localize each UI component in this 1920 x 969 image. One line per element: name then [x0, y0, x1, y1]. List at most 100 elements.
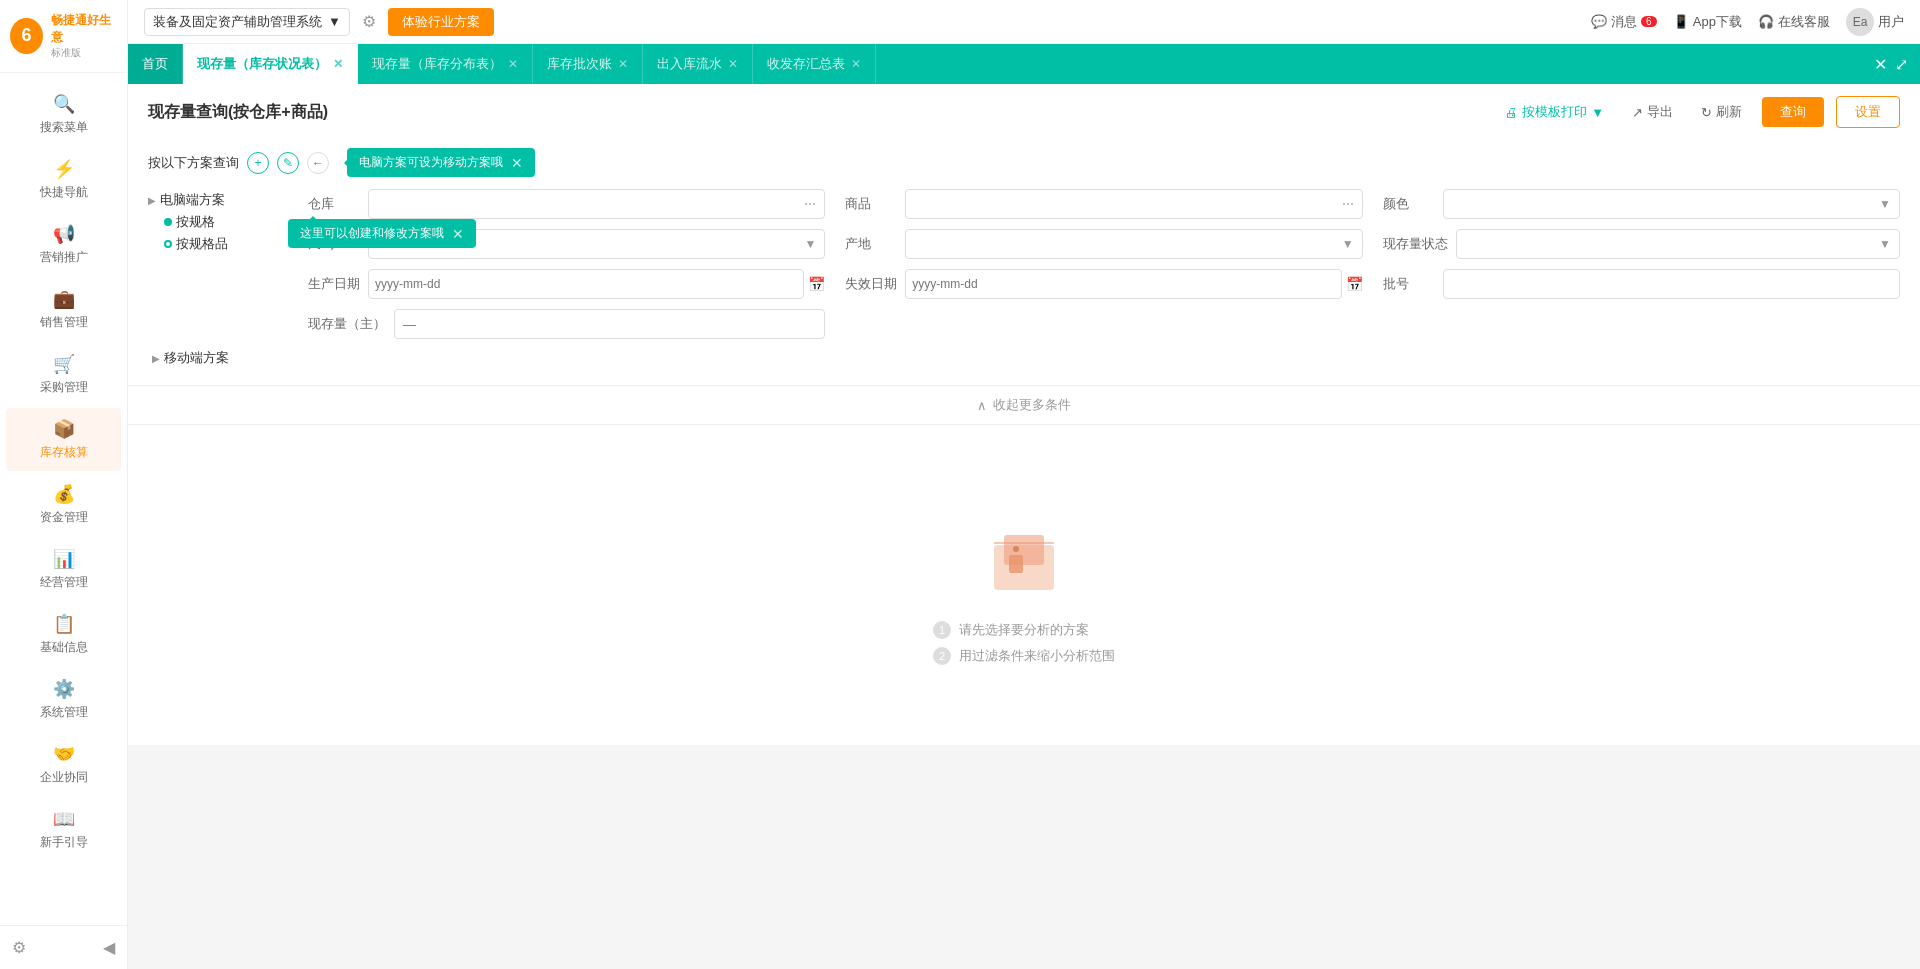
sidebar-item-enterprise[interactable]: 🤝 企业协同	[6, 733, 121, 796]
desktop-scheme-items: 按规格 按规格品	[148, 211, 288, 255]
tooltip1-close[interactable]: ✕	[511, 155, 523, 171]
stock-state-select[interactable]: ▼	[1456, 229, 1900, 259]
sidebar-item-sales[interactable]: 💼 销售管理	[6, 278, 121, 341]
color-select[interactable]: ▼	[1443, 189, 1900, 219]
sidebar-item-basic[interactable]: 📋 基础信息	[6, 603, 121, 666]
tooltip2-close[interactable]: ✕	[452, 226, 464, 242]
tab-batch-ledger[interactable]: 库存批次账 ✕	[533, 44, 643, 84]
avatar: Ea	[1846, 8, 1874, 36]
goods-select[interactable]: ⋯	[905, 189, 1362, 219]
sidebar-item-operations[interactable]: 📊 经营管理	[6, 538, 121, 601]
expiry-date-start[interactable]	[905, 269, 1341, 299]
tab-inventory-status[interactable]: 现存量（库存状况表） ✕	[183, 44, 358, 84]
expiry-date-calendar-icon[interactable]: 📅	[1346, 276, 1363, 292]
edit-scheme-button[interactable]: ✎	[277, 152, 299, 174]
settings-gear-icon[interactable]: ⚙	[362, 12, 376, 31]
tab-inout-flow[interactable]: 出入库流水 ✕	[643, 44, 753, 84]
tab-inventory-dist[interactable]: 现存量（库存分布表） ✕	[358, 44, 533, 84]
stock-qty-input[interactable]	[394, 309, 825, 339]
sidebar: 6 畅捷通好生意 标准版 🔍 搜索菜单 ⚡ 快捷导航 📢 营销推广 💼 销售管理…	[0, 0, 128, 969]
batch-no-input[interactable]	[1443, 269, 1900, 299]
tab-close-inout-flow[interactable]: ✕	[728, 57, 738, 71]
tab-close-batch-ledger[interactable]: ✕	[618, 57, 628, 71]
logo-icon: 6	[10, 18, 43, 54]
sidebar-item-search[interactable]: 🔍 搜索菜单	[6, 83, 121, 146]
empty-state: 1 请先选择要分析的方案 2 用过滤条件来缩小分析范围	[128, 425, 1920, 745]
sidebar-item-marketing[interactable]: 📢 营销推广	[6, 213, 121, 276]
filter-row-batch-no: 批号	[1383, 269, 1900, 299]
page-title-bar: 现存量查询(按仓库+商品) 🖨 按模板打印 ▼ ↗ 导出 ↻ 刷新	[128, 84, 1920, 136]
scheme-item-by-spec[interactable]: 按规格	[164, 211, 288, 233]
dropdown-icon: ▼	[328, 14, 341, 29]
page-content: 现存量查询(按仓库+商品) 🖨 按模板打印 ▼ ↗ 导出 ↻ 刷新	[128, 84, 1920, 969]
user-item[interactable]: Ea 用户	[1846, 8, 1904, 36]
production-date-calendar-icon[interactable]: 📅	[808, 276, 825, 292]
sales-icon: 💼	[53, 288, 75, 310]
production-date-start[interactable]	[368, 269, 804, 299]
refresh-button[interactable]: ↻ 刷新	[1693, 99, 1750, 125]
inventory-icon: 📦	[53, 418, 75, 440]
desktop-scheme-header[interactable]: ▶ 电脑端方案	[148, 189, 288, 211]
empty-svg	[974, 505, 1074, 605]
set-button[interactable]: 设置	[1836, 96, 1900, 128]
sidebar-item-purchase[interactable]: 🛒 采购管理	[6, 343, 121, 406]
empty-step-2: 2 用过滤条件来缩小分析范围	[933, 647, 1115, 665]
close-all-tabs-icon[interactable]: ✕	[1874, 55, 1887, 74]
operations-icon: 📊	[53, 548, 75, 570]
tab-close-collect-summary[interactable]: ✕	[851, 57, 861, 71]
purchase-icon: 🛒	[53, 353, 75, 375]
sidebar-item-shortcut[interactable]: ⚡ 快捷导航	[6, 148, 121, 211]
filter-row-expiry-date: 失效日期 📅	[845, 269, 1362, 299]
filter-grid-area: 仓库 ⋯ 商品 ⋯	[308, 189, 1900, 339]
tab-close-inventory-status[interactable]: ✕	[333, 57, 343, 71]
scheme-area: ▶ 电脑端方案 按规格 按规格品	[148, 189, 1900, 339]
mobile-scheme-header[interactable]: ▶ 移动端方案	[152, 347, 1900, 369]
top-header: 装备及固定资产辅助管理系统 ▼ ⚙ 体验行业方案 💬 消息 6 📱 App下载 …	[128, 0, 1920, 44]
tab-collect-summary[interactable]: 收发存汇总表 ✕	[753, 44, 876, 84]
collapse-sidebar-icon[interactable]: ◀	[103, 938, 115, 957]
online-support-item[interactable]: 🎧 在线客服	[1758, 13, 1830, 31]
add-scheme-button[interactable]: +	[247, 152, 269, 174]
filter-row-goods: 商品 ⋯	[845, 189, 1362, 219]
tab-home[interactable]: 首页	[128, 44, 183, 84]
scheme-item-by-specgoods[interactable]: 按规格品	[164, 233, 288, 255]
marketing-icon: 📢	[53, 223, 75, 245]
filter-grid: 仓库 ⋯ 商品 ⋯	[308, 189, 1900, 339]
collapse-bar[interactable]: ∧ 收起更多条件	[128, 386, 1920, 425]
filter-row-production-date: 生产日期 📅	[308, 269, 825, 299]
settings-icon[interactable]: ⚙	[12, 938, 26, 957]
step-num-2: 2	[933, 647, 951, 665]
maximize-icon[interactable]: ⤢	[1895, 55, 1908, 74]
collapse-arrow-icon: ∧	[977, 398, 987, 413]
system-selector[interactable]: 装备及固定资产辅助管理系统 ▼	[144, 8, 350, 36]
svg-rect-2	[1009, 555, 1023, 573]
tab-close-inventory-dist[interactable]: ✕	[508, 57, 518, 71]
page-title: 现存量查询(按仓库+商品)	[148, 102, 328, 123]
tooltip-desktop-scheme: 电脑方案可设为移动方案哦 ✕	[347, 148, 535, 177]
export-button[interactable]: ↗ 导出	[1624, 99, 1681, 125]
query-button[interactable]: 查询	[1762, 97, 1824, 127]
sidebar-item-guide[interactable]: 📖 新手引导	[6, 798, 121, 861]
system-icon: ⚙️	[53, 678, 75, 700]
filter-row-stock-qty: 现存量（主）	[308, 309, 825, 339]
tooltip2-wrapper: 这里可以创建和修改方案哦 ✕	[288, 219, 476, 248]
filter-row-color: 颜色 ▼	[1383, 189, 1900, 219]
sidebar-item-inventory[interactable]: 📦 库存核算	[6, 408, 121, 471]
print-button[interactable]: 🖨 按模板打印 ▼	[1497, 99, 1612, 125]
industry-button[interactable]: 体验行业方案	[388, 8, 494, 36]
logo-area: 6 畅捷通好生意 标准版	[0, 0, 127, 73]
headset-icon: 🎧	[1758, 14, 1774, 29]
back-arrow-button[interactable]: ←	[307, 152, 329, 174]
production-date-range: 📅	[368, 269, 825, 299]
sidebar-item-finance[interactable]: 💰 资金管理	[6, 473, 121, 536]
print-dropdown-icon: ▼	[1591, 105, 1604, 120]
app-download-item[interactable]: 📱 App下载	[1673, 13, 1742, 31]
warehouse-select[interactable]: ⋯	[368, 189, 825, 219]
expiry-date-range: 📅	[905, 269, 1362, 299]
svg-point-3	[1013, 546, 1019, 552]
sidebar-item-system[interactable]: ⚙️ 系统管理	[6, 668, 121, 731]
message-item[interactable]: 💬 消息 6	[1591, 13, 1657, 31]
empty-illustration	[974, 505, 1074, 605]
filter-row-stock-state: 现存量状态 ▼	[1383, 229, 1900, 259]
origin-select[interactable]: ▼	[905, 229, 1362, 259]
